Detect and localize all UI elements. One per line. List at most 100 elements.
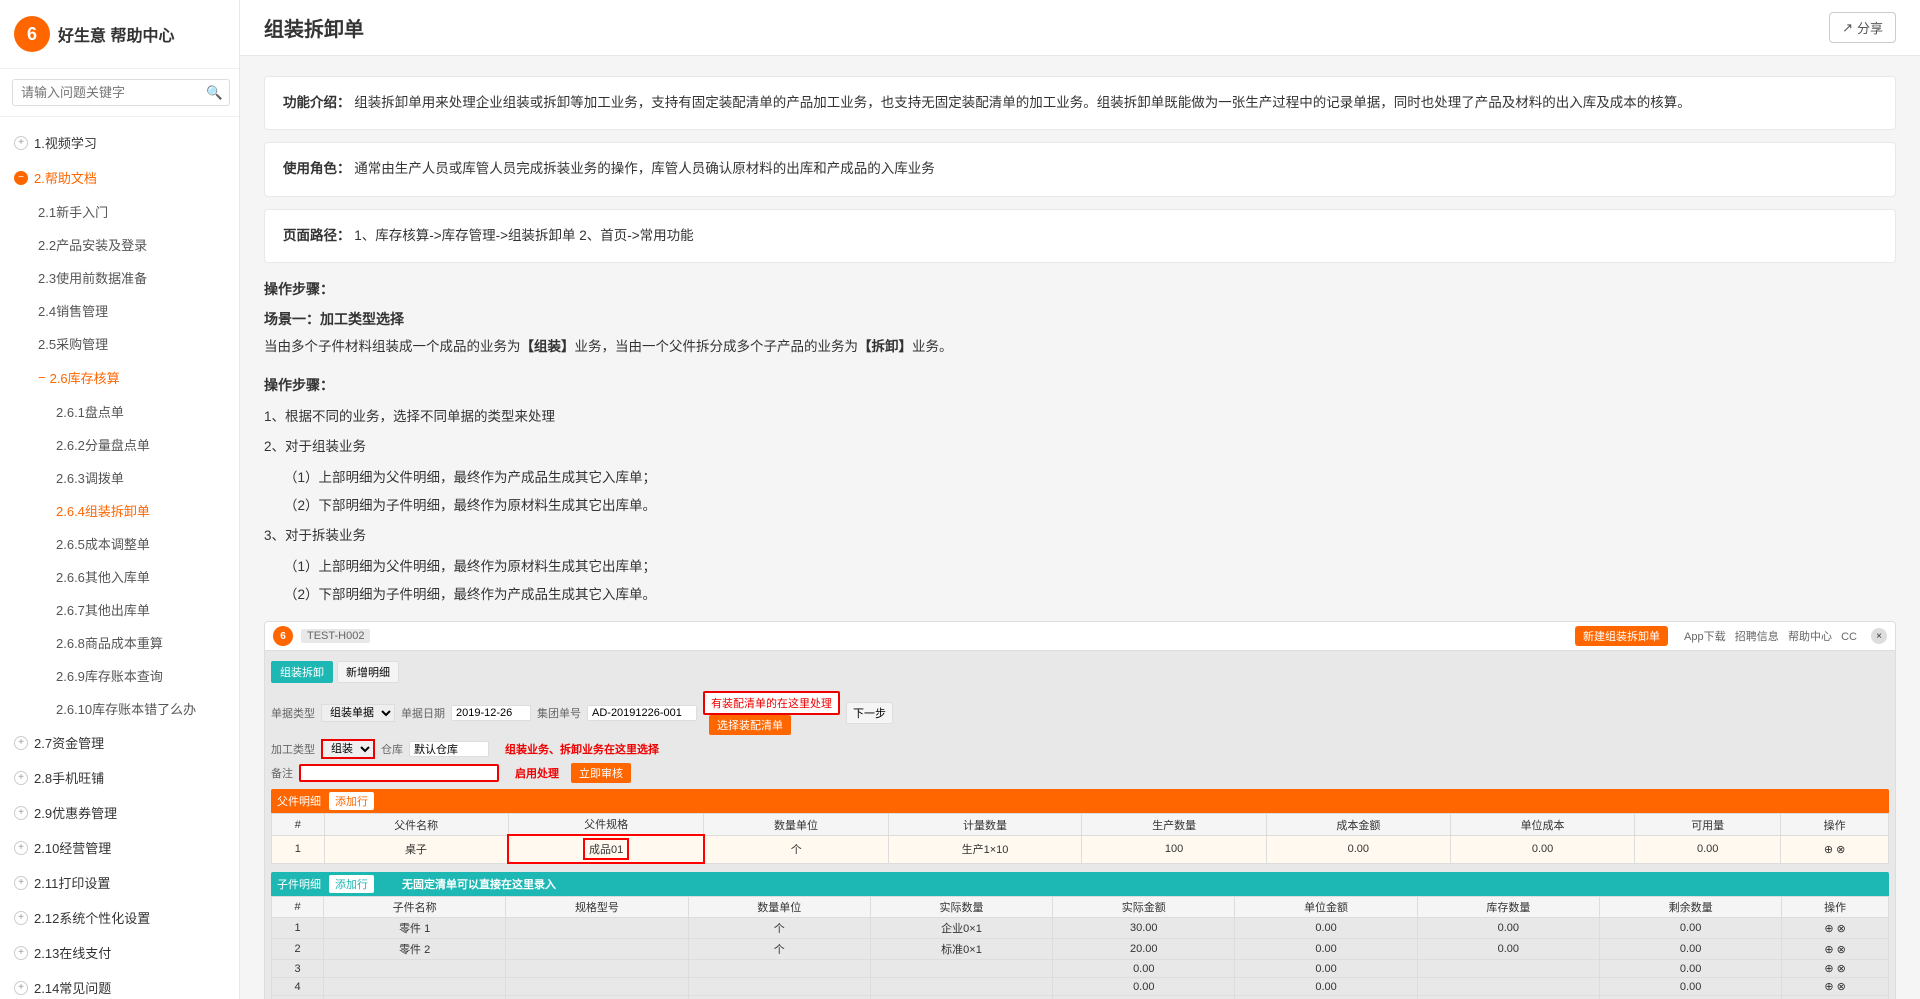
cell2-spec-2 — [506, 939, 688, 960]
process-type-select[interactable]: 组装拆卸 — [321, 739, 375, 759]
expand-ops-icon: + — [14, 841, 28, 855]
app-close-btn[interactable]: × — [1871, 628, 1887, 644]
expand-icon: + — [14, 136, 28, 150]
sidebar-item-costadj[interactable]: 2.6.5成本调整单 — [0, 527, 239, 560]
add-row2-btn[interactable]: 添加行 — [329, 875, 374, 893]
cell-cost1: 0.00 — [1266, 835, 1450, 863]
expand-mobile-icon: + — [14, 771, 28, 785]
app-tab-new[interactable]: 新增明细 — [337, 661, 399, 683]
app-new-btn[interactable]: 新建组装拆卸单 — [1575, 626, 1668, 646]
sidebar-item-otherin[interactable]: 2.6.6其他入库单 — [0, 560, 239, 593]
child-table: # 子件名称 规格型号 数量单位 实际数量 实际金额 单位金额 库存数量 剩余数… — [271, 896, 1889, 999]
cell2-num-2: 2 — [272, 939, 324, 960]
type-label: 单据类型 — [271, 705, 315, 721]
table-row: 1 桌子 成品01 个 生产1×10 100 0.00 0.00 0.00 ⊕ … — [272, 835, 1889, 863]
col2-remain: 剩余数量 — [1599, 897, 1781, 918]
cell-qty1: 生产1×10 — [888, 835, 1082, 863]
code-label: 集团单号 — [537, 705, 581, 721]
cell2-amount-1: 30.00 — [1053, 918, 1235, 939]
sidebar-item-purchase[interactable]: 2.5采购管理 — [0, 327, 239, 360]
sidebar-item-stockcheck[interactable]: 2.6.1盘点单 — [0, 395, 239, 428]
cell2-stock-2: 0.00 — [1417, 939, 1599, 960]
app-form-row1: 单据类型 组装单据 单据日期 集团单号 有装配清单的在这里处理 选择装配清单 — [271, 691, 1889, 735]
share-label: 分享 — [1857, 18, 1883, 37]
sidebar-item-sales[interactable]: 2.4销售管理 — [0, 294, 239, 327]
sidebar-item-finance[interactable]: + 2.7资金管理 — [0, 725, 239, 760]
sidebar-label-costadj: 2.6.5成本调整单 — [56, 534, 150, 553]
col-qty2: 生产数量 — [1082, 814, 1266, 836]
sidebar-label-costcalc: 2.6.8商品成本重算 — [56, 633, 163, 652]
col2-qty: 实际数量 — [870, 897, 1052, 918]
code-input[interactable] — [587, 705, 697, 721]
step2-sub2: （2）下部明细为子件明细，最终作为原材料生成其它出库单。 — [284, 494, 1896, 518]
sidebar-label-mobile: 2.8手机旺铺 — [34, 768, 104, 787]
step1: 1、根据不同的业务，选择不同单据的类型来处理 — [264, 405, 1896, 429]
sidebar-label-splitcheck: 2.6.2分量盘点单 — [56, 435, 150, 454]
expand-online-icon: + — [14, 946, 28, 960]
sidebar-item-newbie[interactable]: 2.1新手入门 — [0, 195, 239, 228]
sidebar-item-splitcheck[interactable]: 2.6.2分量盘点单 — [0, 428, 239, 461]
cell2-amount-4: 0.00 — [1053, 978, 1235, 996]
sidebar-item-stockcheck2[interactable]: 2.6.9库存账本查询 — [0, 659, 239, 692]
col-parent-name: 父件名称 — [324, 814, 508, 836]
remark-input[interactable] — [299, 764, 499, 782]
sidebar-label-otherin: 2.6.6其他入库单 — [56, 567, 150, 586]
sidebar-item-assembly[interactable]: 2.6.4组装拆卸单 — [0, 494, 239, 527]
logo-icon: 6 — [14, 16, 50, 52]
date-input[interactable] — [451, 705, 531, 721]
cell2-amount-3: 0.00 — [1053, 960, 1235, 978]
sidebar-label-faq: 2.14常见问题 — [34, 978, 111, 997]
col2-child-name: 子件名称 — [324, 897, 506, 918]
search-button[interactable]: 🔍 — [202, 81, 227, 105]
type-select[interactable]: 组装单据 — [321, 704, 395, 722]
sidebar-item-coupon[interactable]: + 2.9优惠券管理 — [0, 795, 239, 830]
cell2-unit-amount-2: 0.00 — [1235, 939, 1417, 960]
sidebar-item-otherout[interactable]: 2.6.7其他出库单 — [0, 593, 239, 626]
table1-header: 父件明细 添加行 — [271, 789, 1889, 813]
app-tab-assembly[interactable]: 组装拆卸 — [271, 661, 333, 683]
sidebar-label-adjust: 2.6.3调拨单 — [56, 468, 124, 487]
cell2-unit-amount-1: 0.00 — [1235, 918, 1417, 939]
sidebar-item-docs[interactable]: − 2.帮助文档 — [0, 160, 239, 195]
other-btn[interactable]: 下一步 — [846, 702, 893, 724]
sidebar-item-print[interactable]: + 2.11打印设置 — [0, 865, 239, 900]
inventory-minus-icon: − — [38, 370, 46, 385]
collapse-icon: − — [14, 171, 28, 185]
sidebar-item-costcalc[interactable]: 2.6.8商品成本重算 — [0, 626, 239, 659]
sidebar-item-online[interactable]: + 2.13在线支付 — [0, 935, 239, 970]
sidebar-item-prepare[interactable]: 2.3使用前数据准备 — [0, 261, 239, 294]
expand-custom-icon: + — [14, 911, 28, 925]
sidebar-item-faq[interactable]: + 2.14常见问题 — [0, 970, 239, 999]
cell2-unit-4 — [688, 978, 870, 996]
cell2-unit-1: 个 — [688, 918, 870, 939]
sidebar-item-adjust[interactable]: 2.6.3调拨单 — [0, 461, 239, 494]
sidebar-item-stockerr[interactable]: 2.6.10库存账本错了么办 — [0, 692, 239, 725]
warehouse-input[interactable] — [409, 741, 489, 757]
sidebar-item-inventory[interactable]: − 2.6库存核算 — [0, 360, 239, 395]
cell2-op-3: ⊕ ⊗ — [1782, 960, 1889, 978]
table-row: 4 0.00 0.00 0.00 ⊕ ⊗ — [272, 978, 1889, 996]
share-button[interactable]: ↗ 分享 — [1829, 12, 1896, 43]
sidebar-item-video[interactable]: + 1.视频学习 — [0, 125, 239, 160]
sidebar-label-coupon: 2.9优惠券管理 — [34, 803, 117, 822]
table1-title: 父件明细 — [277, 793, 321, 809]
cell2-spec-1 — [506, 918, 688, 939]
form-area: 单据类型 组装单据 单据日期 集团单号 有装配清单的在这里处理 选择装配清单 — [271, 691, 1889, 783]
sidebar-item-mobile[interactable]: + 2.8手机旺铺 — [0, 760, 239, 795]
search-input[interactable] — [12, 79, 230, 106]
assign-btn[interactable]: 选择装配清单 — [709, 715, 791, 735]
annotation1-text: 有装配清单的在这里处理 — [703, 691, 840, 715]
sidebar-item-install[interactable]: 2.2产品安装及登录 — [0, 228, 239, 261]
col-qty1: 计量数量 — [888, 814, 1082, 836]
cell2-qty-4 — [870, 978, 1052, 996]
add-row-btn[interactable]: 添加行 — [329, 792, 374, 810]
cell2-op-1: ⊕ ⊗ — [1782, 918, 1889, 939]
path-label: 页面路径： — [283, 228, 351, 243]
content-area: 功能介绍： 组装拆卸单用来处理企业组装或拆卸等加工业务，支持有固定装配清单的产品… — [240, 56, 1920, 999]
cell-avail: 0.00 — [1635, 835, 1781, 863]
cell2-remain-1: 0.00 — [1599, 918, 1781, 939]
sidebar-item-custom[interactable]: + 2.12系统个性化设置 — [0, 900, 239, 935]
cell2-unit-3 — [688, 960, 870, 978]
sidebar-item-ops[interactable]: + 2.10经营管理 — [0, 830, 239, 865]
confirm-btn[interactable]: 立即审核 — [571, 763, 631, 783]
